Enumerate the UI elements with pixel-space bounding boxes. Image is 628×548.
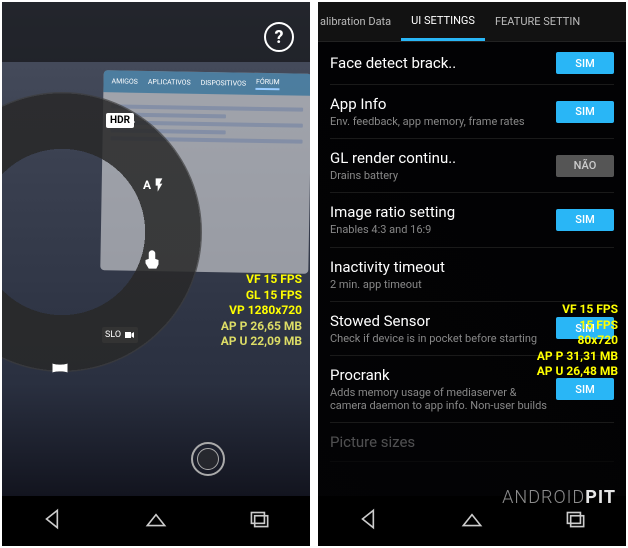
debug-viewport: VP 1280x720 <box>221 303 302 319</box>
slo-badge: SLO <box>102 327 138 343</box>
setting-inactivity-timeout[interactable]: Inactivity timeout 2 min. app timeout <box>330 248 614 302</box>
debug-viewport: 80x720 <box>537 333 618 349</box>
toggle-gl-render[interactable]: NÃO <box>556 155 614 177</box>
camera-mode-wheel[interactable]: HDR A SLO <box>2 92 202 372</box>
touch-focus-button[interactable] <box>134 242 170 278</box>
home-button[interactable] <box>143 506 169 536</box>
webpage-tab: APLICATIVOS <box>148 78 191 87</box>
settings-screen: alibration Data UI SETTINGS FEATURE SETT… <box>318 2 626 546</box>
setting-subtitle: Drains battery <box>330 169 548 182</box>
flash-icon <box>151 177 167 193</box>
camera-screen: AMIGOS APLICATIVOS DISPOSITIVOS FÓRUM ? <box>2 2 310 546</box>
shutter-button[interactable] <box>191 442 225 476</box>
touch-icon <box>139 247 165 273</box>
setting-title: App Info <box>330 95 548 113</box>
setting-title: Face detect brack.. <box>330 54 548 72</box>
debug-ap-p: AP P 31,31 MB <box>537 349 618 365</box>
setting-subtitle: Env. feedback, app memory, frame rates <box>330 115 548 128</box>
toggle-image-ratio[interactable]: SIM <box>556 209 614 231</box>
debug-vf-fps: VF 15 FPS <box>221 272 302 288</box>
setting-app-info[interactable]: App Info Env. feedback, app memory, fram… <box>330 85 614 139</box>
home-button[interactable] <box>459 506 485 536</box>
recent-apps-button[interactable] <box>246 506 272 536</box>
webpage-tab: DISPOSITIVOS <box>201 79 246 88</box>
webpage-tab: AMIGOS <box>111 77 137 85</box>
setting-face-detect[interactable]: Face detect brack.. SIM <box>330 42 614 85</box>
debug-gl-fps: 15 FPS <box>537 318 618 334</box>
webpage-tab-active: FÓRUM <box>256 78 280 90</box>
hdr-badge: HDR <box>106 113 134 128</box>
debug-ap-p: AP P 26,65 MB <box>221 319 302 335</box>
back-button[interactable] <box>356 506 382 536</box>
panorama-icon <box>47 359 73 377</box>
setting-title: Image ratio setting <box>330 203 548 221</box>
debug-overlay: VF 15 FPS GL 15 FPS VP 1280x720 AP P 26,… <box>221 272 302 350</box>
toggle-procrank[interactable]: SIM <box>556 378 614 400</box>
navigation-bar <box>2 496 310 546</box>
setting-subtitle: 2 min. app timeout <box>330 278 606 291</box>
hdr-mode-button[interactable]: HDR <box>102 102 138 138</box>
debug-vf-fps: VF 15 FPS <box>537 302 618 318</box>
help-button[interactable]: ? <box>264 22 294 52</box>
flash-label: A <box>143 178 151 192</box>
setting-picture-sizes[interactable]: Picture sizes <box>330 423 614 462</box>
setting-title: Inactivity timeout <box>330 258 606 276</box>
flash-auto-button[interactable]: A <box>137 167 173 203</box>
back-button[interactable] <box>40 506 66 536</box>
setting-subtitle: Check if device is in pocket before star… <box>330 332 548 345</box>
setting-title: Procrank <box>330 366 548 384</box>
settings-list[interactable]: Face detect brack.. SIM App Info Env. fe… <box>318 42 626 496</box>
watermark: ANDROIDPIT <box>502 487 616 508</box>
recent-apps-button[interactable] <box>562 506 588 536</box>
setting-gl-render[interactable]: GL render continu.. Drains battery NÃO <box>330 139 614 193</box>
setting-title: Picture sizes <box>330 433 606 451</box>
settings-tabs: alibration Data UI SETTINGS FEATURE SETT… <box>318 2 626 42</box>
toggle-app-info[interactable]: SIM <box>556 101 614 123</box>
setting-subtitle: Enables 4:3 and 16:9 <box>330 223 548 236</box>
video-icon <box>123 329 135 341</box>
tab-ui-settings[interactable]: UI SETTINGS <box>401 2 485 41</box>
debug-overlay-right: VF 15 FPS 15 FPS 80x720 AP P 31,31 MB AP… <box>537 302 618 380</box>
debug-ap-u: AP U 26,48 MB <box>537 364 618 380</box>
debug-gl-fps: GL 15 FPS <box>221 288 302 304</box>
setting-title: Stowed Sensor <box>330 312 548 330</box>
panorama-button[interactable] <box>42 350 78 386</box>
debug-ap-u: AP U 22,09 MB <box>221 334 302 350</box>
slowmo-button[interactable]: SLO <box>102 317 138 353</box>
tab-calibration[interactable]: alibration Data <box>318 2 401 41</box>
shutter-inner-icon <box>197 448 219 470</box>
setting-image-ratio[interactable]: Image ratio setting Enables 4:3 and 16:9… <box>330 193 614 247</box>
setting-subtitle: Adds memory usage of mediaserver & camer… <box>330 386 548 412</box>
tab-feature-settings[interactable]: FEATURE SETTIN <box>485 2 590 41</box>
setting-title: GL render continu.. <box>330 149 548 167</box>
toggle-face-detect[interactable]: SIM <box>556 52 614 74</box>
